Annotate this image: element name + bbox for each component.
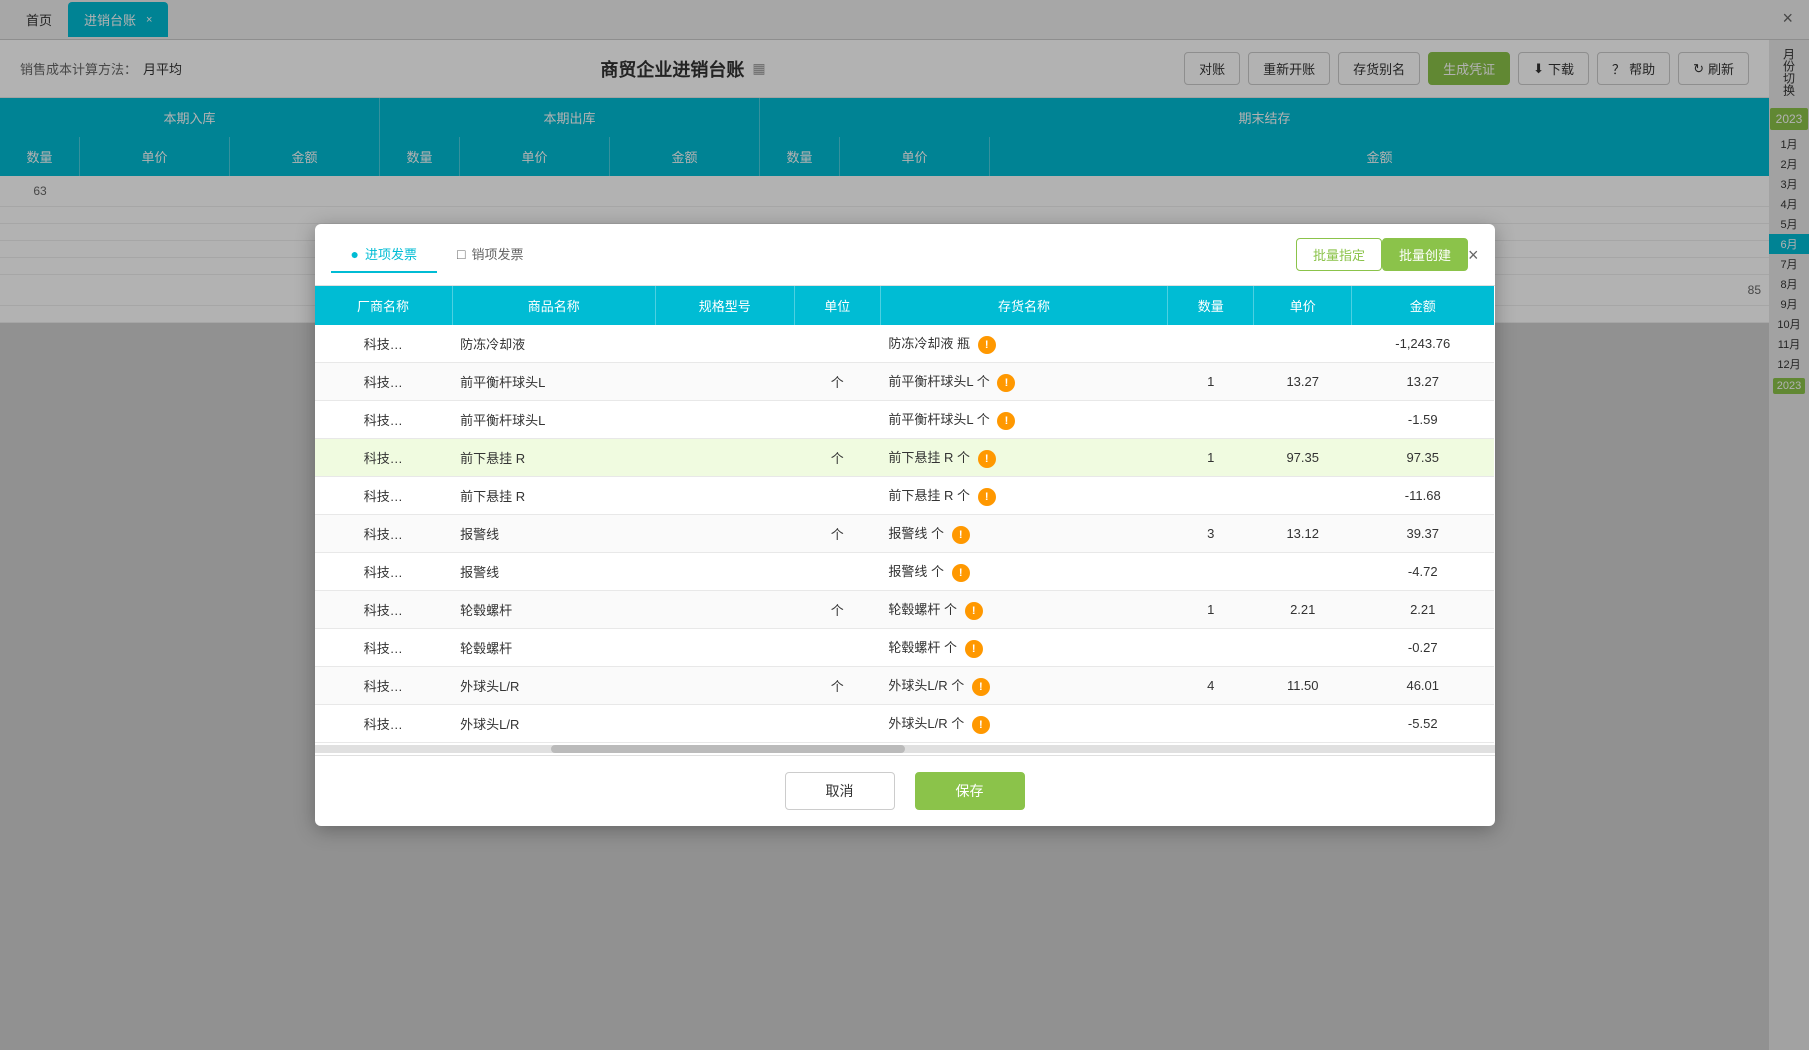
outgoing-tab-icon: □ [457,246,465,262]
modal-close-btn[interactable]: × [1468,246,1479,264]
save-btn[interactable]: 保存 [915,772,1025,810]
tab-outgoing-invoice[interactable]: □ 销项发票 [437,236,543,273]
modal-footer: 取消 保存 [315,755,1495,826]
table-row: 科技…轮毂螺杆轮毂螺杆 个 !-0.27 [315,629,1495,667]
tab-incoming-invoice[interactable]: ● 进项发票 [331,236,437,273]
warn-icon: ! [965,640,983,658]
warn-icon: ! [952,564,970,582]
th-unit: 单位 [794,286,880,325]
th-product: 商品名称 [452,286,655,325]
warn-icon: ! [972,678,990,696]
modal-table: 厂商名称 商品名称 规格型号 单位 存货名称 数量 单价 金额 科技…防冻冷却液… [315,286,1495,743]
table-row: 科技…前平衡杆球头L前平衡杆球头L 个 !-1.59 [315,401,1495,439]
table-row: 科技…外球头L/R外球头L/R 个 !-5.52 [315,705,1495,743]
table-row: 科技…防冻冷却液防冻冷却液 瓶 !-1,243.76 [315,325,1495,363]
table-row: 科技…报警线个报警线 个 !313.1239.37 [315,515,1495,553]
batch-create-btn[interactable]: 批量创建 [1382,238,1468,271]
th-spec: 规格型号 [655,286,794,325]
table-row: 科技…外球头L/R个外球头L/R 个 !411.5046.01 [315,667,1495,705]
warn-icon: ! [978,488,996,506]
th-price: 单价 [1254,286,1352,325]
th-supplier: 厂商名称 [315,286,453,325]
table-row: 科技…报警线报警线 个 !-4.72 [315,553,1495,591]
batch-assign-btn[interactable]: 批量指定 [1296,238,1382,271]
table-row: 科技…轮毂螺杆个轮毂螺杆 个 !12.212.21 [315,591,1495,629]
th-inventory: 存货名称 [880,286,1167,325]
th-qty: 数量 [1168,286,1254,325]
table-row: 科技…前平衡杆球头L个前平衡杆球头L 个 !113.2713.27 [315,363,1495,401]
warn-icon: ! [997,412,1015,430]
modal-dialog: ● 进项发票 □ 销项发票 批量指定 批量创建 × 厂商名称 商品名称 规格型号 [315,224,1495,826]
cancel-btn[interactable]: 取消 [785,772,895,810]
incoming-tab-icon: ● [351,246,359,262]
warn-icon: ! [965,602,983,620]
modal-backdrop: ● 进项发票 □ 销项发票 批量指定 批量创建 × 厂商名称 商品名称 规格型号 [0,0,1809,1050]
horizontal-scrollbar[interactable] [315,745,1495,753]
warn-icon: ! [978,336,996,354]
warn-icon: ! [978,450,996,468]
scrollbar-thumb[interactable] [551,745,905,753]
modal-header: ● 进项发票 □ 销项发票 批量指定 批量创建 × [315,224,1495,286]
table-row: 科技…前下悬挂 R前下悬挂 R 个 !-11.68 [315,477,1495,515]
warn-icon: ! [972,716,990,734]
warn-icon: ! [952,526,970,544]
table-row: 科技…前下悬挂 R个前下悬挂 R 个 !197.3597.35 [315,439,1495,477]
warn-icon: ! [997,374,1015,392]
th-amount: 金额 [1351,286,1494,325]
